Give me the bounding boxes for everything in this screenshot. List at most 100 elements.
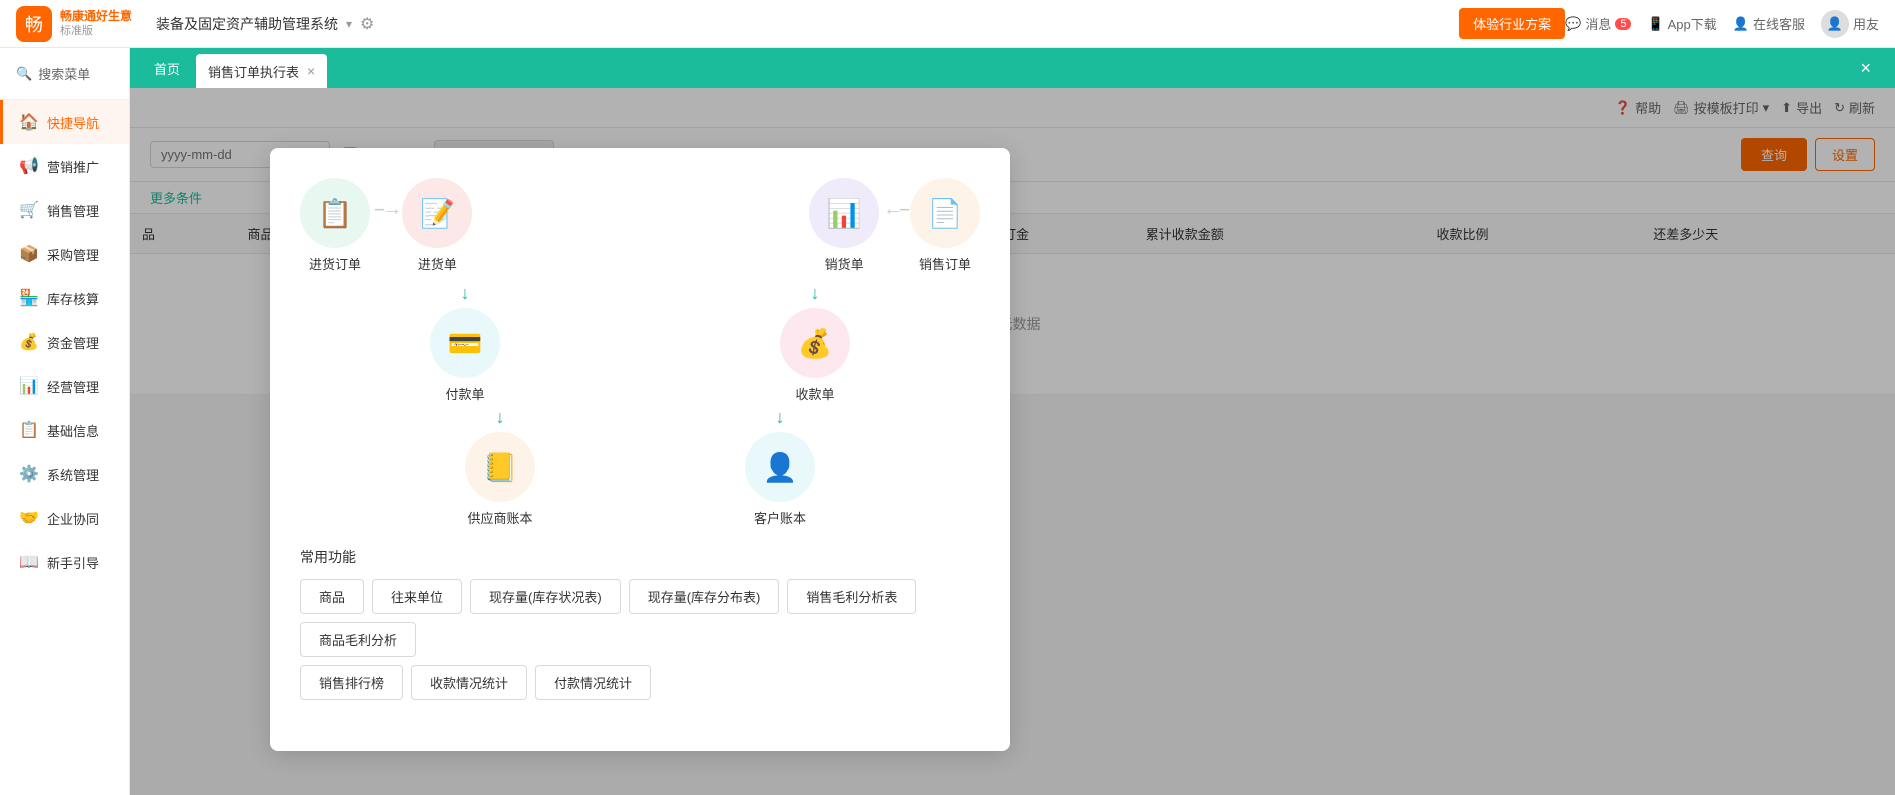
purchase-bill-icon: 📝 xyxy=(420,197,455,230)
tab-sales-order[interactable]: 销售订单执行表 × xyxy=(196,54,327,88)
sidebar-item-inventory[interactable]: 🏪 库存核算 xyxy=(0,276,129,320)
func-btn-sales-profit[interactable]: 销售毛利分析表 xyxy=(787,579,916,614)
purchase-bill-circle: 📝 xyxy=(402,178,472,248)
sidebar-item-guide[interactable]: 📖 新手引导 xyxy=(0,540,129,584)
purchase-order-icon: 📋 xyxy=(318,197,353,230)
arrow-dashed-left: ←- - xyxy=(883,198,906,221)
flow-mid-row: 💳 付款单 💰 收款单 xyxy=(300,308,980,403)
sidebar-item-label: 企业协同 xyxy=(47,509,99,528)
func-btn-payment-stats[interactable]: 付款情况统计 xyxy=(535,665,651,700)
finance-icon: 💰 xyxy=(19,332,39,352)
func-btn-clients[interactable]: 往来单位 xyxy=(372,579,462,614)
flow-arrows-row2: ↓ ↓ xyxy=(300,407,980,428)
tab-bar-close-button[interactable]: × xyxy=(1844,58,1887,79)
func-btn-stock-dist[interactable]: 现存量(库存分布表) xyxy=(629,579,780,614)
spacer-left xyxy=(300,308,430,403)
sidebar-item-marketing[interactable]: 📢 营销推广 xyxy=(0,144,129,188)
sales-bill-icon: 📊 xyxy=(827,197,862,230)
arrow-po-pb: - - → xyxy=(374,178,398,221)
sidebar-item-finance[interactable]: 💰 资金管理 xyxy=(0,320,129,364)
func-btn-stock-status[interactable]: 现存量(库存状况表) xyxy=(470,579,621,614)
settings-icon[interactable]: ⚙ xyxy=(360,14,374,34)
operations-icon: 📊 xyxy=(19,376,39,396)
supplier-ledger-label: 供应商账本 xyxy=(467,508,532,527)
experience-button[interactable]: 体验行业方案 xyxy=(1459,8,1565,39)
sidebar-item-enterprise[interactable]: 🤝 企业协同 xyxy=(0,496,129,540)
system-dropdown-icon[interactable]: ▾ xyxy=(346,17,352,31)
flow-arrows-row: ↓ ↓ xyxy=(300,283,980,304)
sidebar-item-label: 营销推广 xyxy=(47,157,99,176)
common-functions-title: 常用功能 xyxy=(300,547,980,567)
spacer2-left xyxy=(300,407,465,428)
supplier-ledger-circle: 📒 xyxy=(465,432,535,502)
flow-payment-bill[interactable]: 💳 付款单 xyxy=(430,308,500,403)
logo-area: 畅 畅康通好生意 标准版 xyxy=(16,6,146,42)
purchase-icon: 📦 xyxy=(19,244,39,264)
tab-home[interactable]: 首页 xyxy=(138,48,196,88)
scroll-content xyxy=(300,720,980,721)
arrow-dashed-right: - - → xyxy=(374,198,398,221)
func-btn-goods-profit[interactable]: 商品毛利分析 xyxy=(300,622,416,657)
flow-purchase-bill[interactable]: 📝 进货单 xyxy=(402,178,472,273)
logo-edition: 标准版 xyxy=(60,24,132,38)
sidebar-item-basic-info[interactable]: 📋 基础信息 xyxy=(0,408,129,452)
system-icon: ⚙️ xyxy=(19,464,39,484)
flow-receipt-bill[interactable]: 💰 收款单 xyxy=(780,308,850,403)
guide-icon: 📖 xyxy=(19,552,39,572)
arrow-down-pb: ↓ xyxy=(430,283,500,304)
spacer3-mid xyxy=(535,432,745,527)
system-name-text: 装备及固定资产辅助管理系统 xyxy=(156,14,338,34)
search-icon: 🔍 xyxy=(16,66,32,82)
down-arrow-receipt: ↓ xyxy=(776,407,785,427)
arrow-sb-so: ←- - xyxy=(883,178,906,221)
sidebar-item-operations[interactable]: 📊 经营管理 xyxy=(0,364,129,408)
sidebar-item-sales[interactable]: 🛒 销售管理 xyxy=(0,188,129,232)
receipt-bill-icon: 💰 xyxy=(798,327,833,360)
flow-supplier-ledger[interactable]: 📒 供应商账本 xyxy=(465,432,535,527)
tab-close-icon[interactable]: × xyxy=(307,63,315,79)
arrow-down-payment: ↓ xyxy=(465,407,535,428)
modal-dialog: 📋 进货订单 - - → 📝 xyxy=(270,148,1010,751)
purchase-order-circle: 📋 xyxy=(300,178,370,248)
sidebar-item-label: 新手引导 xyxy=(47,553,99,572)
sales-order-circle: 📄 xyxy=(910,178,980,248)
sidebar-search-area: 🔍 搜索菜单 xyxy=(0,48,129,100)
search-menu-label: 搜索菜单 xyxy=(38,64,90,83)
func-buttons-row1: 商品 往来单位 现存量(库存状况表) 现存量(库存分布表) 销售毛利分析表 商品… xyxy=(300,579,980,657)
sidebar-item-quick-nav[interactable]: 🏠 快捷导航 xyxy=(0,100,129,144)
modal-overlay: 📋 进货订单 - - → 📝 xyxy=(130,88,1895,795)
arrow-down-sb: ↓ xyxy=(780,283,850,304)
sidebar-item-label: 采购管理 xyxy=(47,245,99,264)
sidebar-item-purchase[interactable]: 📦 采购管理 xyxy=(0,232,129,276)
sidebar: 🔍 搜索菜单 🏠 快捷导航 📢 营销推广 🛒 销售管理 📦 xyxy=(0,48,130,795)
modal-scrollbar[interactable] xyxy=(300,720,980,721)
flow-sales-bill[interactable]: 📊 销货单 xyxy=(809,178,879,273)
user-avatar: 👤 xyxy=(1821,10,1849,38)
flow-purchase-order[interactable]: 📋 进货订单 xyxy=(300,178,370,273)
func-btn-goods[interactable]: 商品 xyxy=(300,579,364,614)
flow-sales-order[interactable]: 📄 销售订单 xyxy=(910,178,980,273)
service-icon: 👤 xyxy=(1733,16,1749,32)
page-content: ❓ 帮助 🖨 按模板打印 ▾ ⬆ 导出 ↻ 刷新 xyxy=(130,88,1895,795)
down-arrow-payment: ↓ xyxy=(496,407,505,427)
func-btn-sales-rank[interactable]: 销售排行榜 xyxy=(300,665,403,700)
app-download-button[interactable]: 📱 App下载 xyxy=(1647,14,1716,33)
flow-bottom-row: 📒 供应商账本 👤 客户账本 xyxy=(300,432,980,527)
sidebar-item-system[interactable]: ⚙️ 系统管理 xyxy=(0,452,129,496)
sales-bill-label: 销货单 xyxy=(825,254,864,273)
flow-customer-ledger[interactable]: 👤 客户账本 xyxy=(745,432,815,527)
purchase-order-label: 进货订单 xyxy=(309,254,361,273)
func-btn-receipt-stats[interactable]: 收款情况统计 xyxy=(411,665,527,700)
down-arrow-pb: ↓ xyxy=(461,283,470,303)
message-button[interactable]: 💬 消息 5 xyxy=(1565,14,1631,33)
customer-ledger-circle: 👤 xyxy=(745,432,815,502)
payment-bill-icon: 💳 xyxy=(448,327,483,360)
search-menu-button[interactable]: 🔍 搜索菜单 xyxy=(8,58,121,89)
receipt-bill-label: 收款单 xyxy=(795,384,834,403)
online-service-button[interactable]: 👤 在线客服 xyxy=(1733,14,1805,33)
logo-brand-name: 畅康通好生意 xyxy=(60,9,132,25)
user-menu[interactable]: 👤 用友 xyxy=(1821,10,1879,38)
sidebar-item-label: 经营管理 xyxy=(47,377,99,396)
spacer3-right xyxy=(815,432,980,527)
marketing-icon: 📢 xyxy=(19,156,39,176)
